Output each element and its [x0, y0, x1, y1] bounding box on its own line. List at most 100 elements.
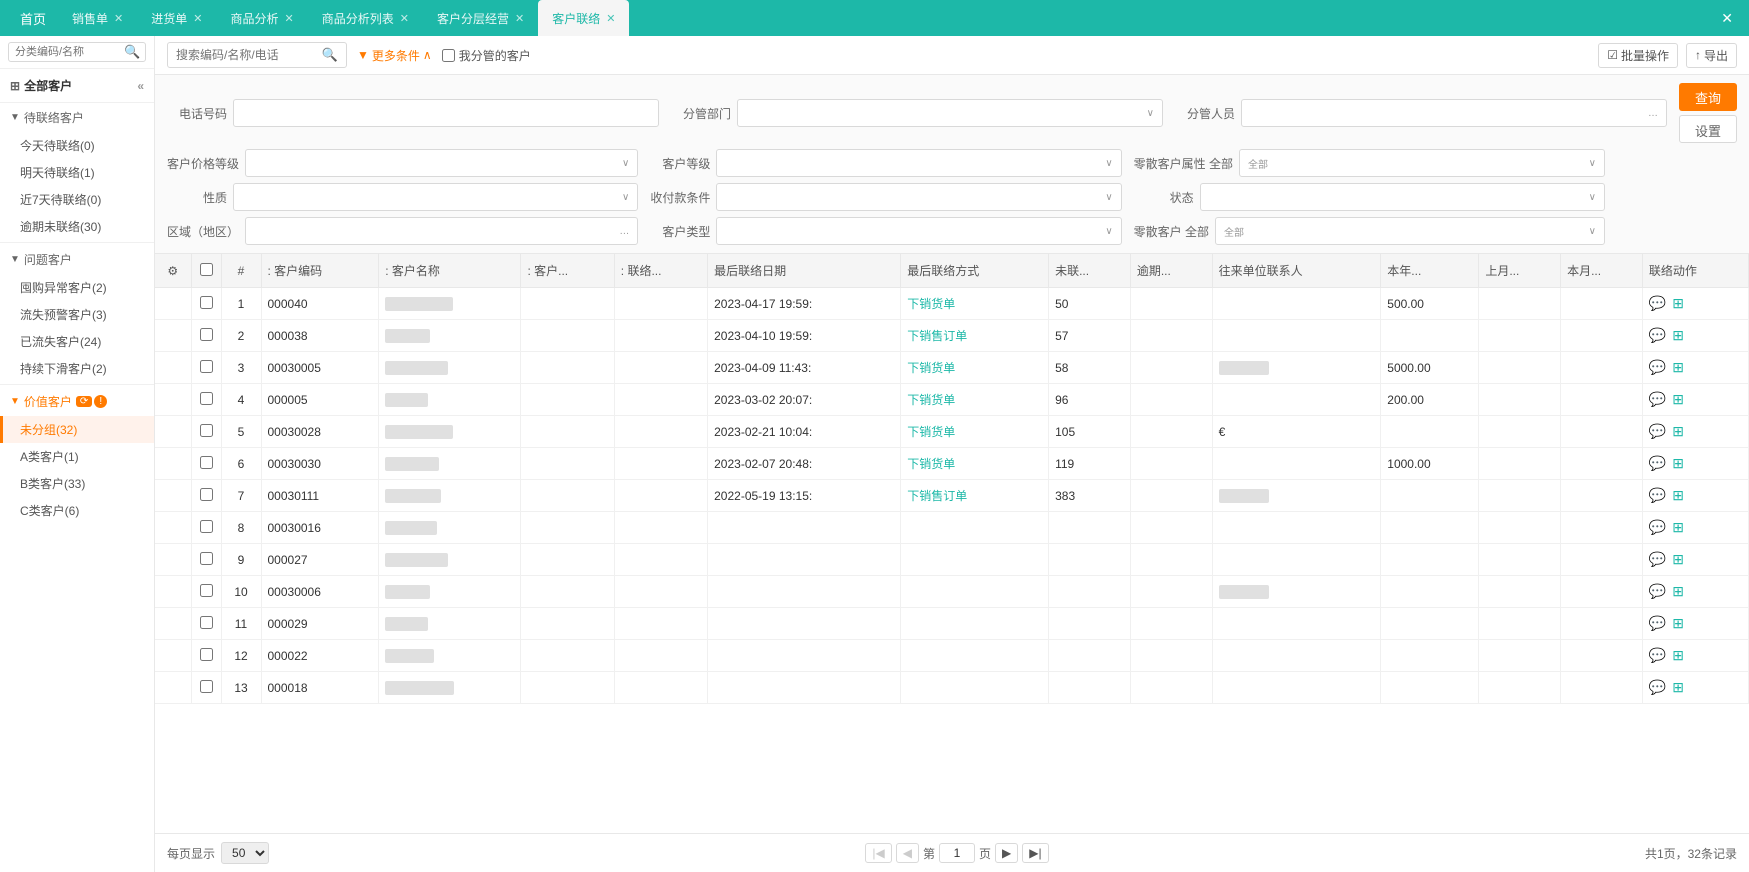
nav-tab-customer-contact[interactable]: 客户联络 ✕ — [538, 0, 629, 36]
comment-icon[interactable]: 💬 — [1649, 391, 1666, 408]
sidebar-search-icon[interactable]: 🔍 — [124, 44, 140, 60]
sidebar-item-hoarding[interactable]: 囤购异常客户(2) — [0, 274, 154, 301]
sidebar-item-7days[interactable]: 近7天待联络(0) — [0, 186, 154, 213]
row-checkbox[interactable] — [200, 584, 213, 597]
cell-check[interactable] — [191, 416, 221, 448]
close-product-list-tab-icon[interactable]: ✕ — [400, 12, 409, 25]
comment-icon[interactable]: 💬 — [1649, 423, 1666, 440]
comment-icon[interactable]: 💬 — [1649, 295, 1666, 312]
filter-search-input[interactable] — [176, 48, 322, 62]
contact-method-link[interactable]: 下销货单 — [907, 457, 955, 471]
sidebar-section-problem[interactable]: ▼ 问题客户 — [0, 245, 154, 274]
cell-check[interactable] — [191, 512, 221, 544]
comment-icon[interactable]: 💬 — [1649, 487, 1666, 504]
zero-cust-select[interactable]: 全部 ∨ — [1215, 217, 1605, 245]
nav-tab-sales[interactable]: 销售单 ✕ — [58, 0, 137, 36]
comment-icon[interactable]: 💬 — [1649, 615, 1666, 632]
grid-action-icon[interactable]: ⊞ — [1672, 615, 1684, 632]
query-button[interactable]: 查询 — [1679, 83, 1737, 111]
grid-action-icon[interactable]: ⊞ — [1672, 551, 1684, 568]
price-grade-select[interactable]: ∨ — [245, 149, 638, 177]
reset-button[interactable]: 设置 — [1679, 115, 1737, 143]
select-all-checkbox[interactable] — [200, 263, 213, 276]
cust-grade-select[interactable]: ∨ — [716, 149, 1121, 177]
row-checkbox[interactable] — [200, 680, 213, 693]
cell-check[interactable] — [191, 576, 221, 608]
sidebar-section-value[interactable]: ▼ 价值客户 ⟳ ! — [0, 387, 154, 416]
region-select[interactable]: … — [245, 217, 638, 245]
close-product-analysis-tab-icon[interactable]: ✕ — [285, 12, 294, 25]
comment-icon[interactable]: 💬 — [1649, 583, 1666, 600]
cell-check[interactable] — [191, 672, 221, 704]
grid-action-icon[interactable]: ⊞ — [1672, 391, 1684, 408]
my-customers-checkbox[interactable]: 我分管的客户 — [442, 47, 531, 64]
grid-action-icon[interactable]: ⊞ — [1672, 519, 1684, 536]
person-select[interactable]: … — [1241, 99, 1667, 127]
comment-icon[interactable]: 💬 — [1649, 519, 1666, 536]
batch-ops-button[interactable]: ☑ 批量操作 — [1598, 43, 1678, 68]
grid-action-icon[interactable]: ⊞ — [1672, 487, 1684, 504]
sidebar-item-tomorrow[interactable]: 明天待联络(1) — [0, 159, 154, 186]
sidebar-all-customers[interactable]: ⊞ 全部客户 « — [0, 69, 154, 103]
sidebar-item-churned[interactable]: 已流失客户(24) — [0, 328, 154, 355]
row-checkbox[interactable] — [200, 392, 213, 405]
grid-action-icon[interactable]: ⊞ — [1672, 423, 1684, 440]
row-checkbox[interactable] — [200, 520, 213, 533]
first-page-button[interactable]: |◀ — [865, 843, 891, 863]
grid-action-icon[interactable]: ⊞ — [1672, 359, 1684, 376]
comment-icon[interactable]: 💬 — [1649, 455, 1666, 472]
grid-action-icon[interactable]: ⊞ — [1672, 583, 1684, 600]
my-customers-check[interactable] — [442, 49, 455, 62]
row-checkbox[interactable] — [200, 328, 213, 341]
sidebar-item-churn-warning[interactable]: 流失预警客户(3) — [0, 301, 154, 328]
payment-select[interactable]: ∨ — [716, 183, 1121, 211]
cust-type-select[interactable]: ∨ — [716, 217, 1121, 245]
nav-tab-purchase[interactable]: 进货单 ✕ — [137, 0, 216, 36]
cell-check[interactable] — [191, 288, 221, 320]
page-size-select[interactable]: 50 — [221, 842, 269, 864]
cell-check[interactable] — [191, 544, 221, 576]
close-sales-tab-icon[interactable]: ✕ — [114, 12, 123, 25]
comment-icon[interactable]: 💬 — [1649, 359, 1666, 376]
row-checkbox[interactable] — [200, 552, 213, 565]
sidebar-item-class-b[interactable]: B类客户(33) — [0, 470, 154, 497]
status-select[interactable]: ∨ — [1200, 183, 1605, 211]
filter-search-icon[interactable]: 🔍 — [322, 47, 338, 63]
close-customer-tier-tab-icon[interactable]: ✕ — [515, 12, 524, 25]
filter-more-conditions[interactable]: ▼ 更多条件 ∧ — [357, 47, 432, 64]
comment-icon[interactable]: 💬 — [1649, 647, 1666, 664]
contact-method-link[interactable]: 下销货单 — [907, 297, 955, 311]
grid-action-icon[interactable]: ⊞ — [1672, 679, 1684, 696]
sidebar-item-today[interactable]: 今天待联络(0) — [0, 132, 154, 159]
row-checkbox[interactable] — [200, 296, 213, 309]
close-customer-contact-tab-icon[interactable]: ✕ — [606, 12, 615, 25]
zero-attr-select[interactable]: 全部 ∨ — [1239, 149, 1605, 177]
last-page-button[interactable]: ▶| — [1022, 843, 1048, 863]
comment-icon[interactable]: 💬 — [1649, 327, 1666, 344]
cell-check[interactable] — [191, 480, 221, 512]
contact-method-link[interactable]: 下销货单 — [907, 393, 955, 407]
cell-check[interactable] — [191, 608, 221, 640]
sidebar-item-ungrouped[interactable]: 未分组(32) — [0, 416, 154, 443]
grid-action-icon[interactable]: ⊞ — [1672, 455, 1684, 472]
grid-action-icon[interactable]: ⊞ — [1672, 295, 1684, 312]
contact-method-link[interactable]: 下销售订单 — [907, 489, 967, 503]
row-checkbox[interactable] — [200, 616, 213, 629]
col-settings[interactable]: ⚙ — [155, 254, 191, 288]
col-check[interactable] — [191, 254, 221, 288]
row-checkbox[interactable] — [200, 648, 213, 661]
grid-action-icon[interactable]: ⊞ — [1672, 327, 1684, 344]
cell-check[interactable] — [191, 384, 221, 416]
cell-check[interactable] — [191, 320, 221, 352]
current-page-input[interactable] — [939, 843, 975, 863]
comment-icon[interactable]: 💬 — [1649, 679, 1666, 696]
next-page-button[interactable]: ▶ — [995, 843, 1018, 863]
sidebar-collapse-icon[interactable]: « — [137, 79, 144, 93]
nature-select[interactable]: ∨ — [233, 183, 638, 211]
sidebar-item-declining[interactable]: 持续下滑客户(2) — [0, 355, 154, 382]
export-button[interactable]: ↑ 导出 — [1686, 43, 1737, 68]
nav-tab-customer-tier[interactable]: 客户分层经营 ✕ — [423, 0, 538, 36]
sidebar-item-overdue[interactable]: 逾期未联络(30) — [0, 213, 154, 240]
nav-tab-product-list[interactable]: 商品分析列表 ✕ — [308, 0, 423, 36]
cell-check[interactable] — [191, 640, 221, 672]
